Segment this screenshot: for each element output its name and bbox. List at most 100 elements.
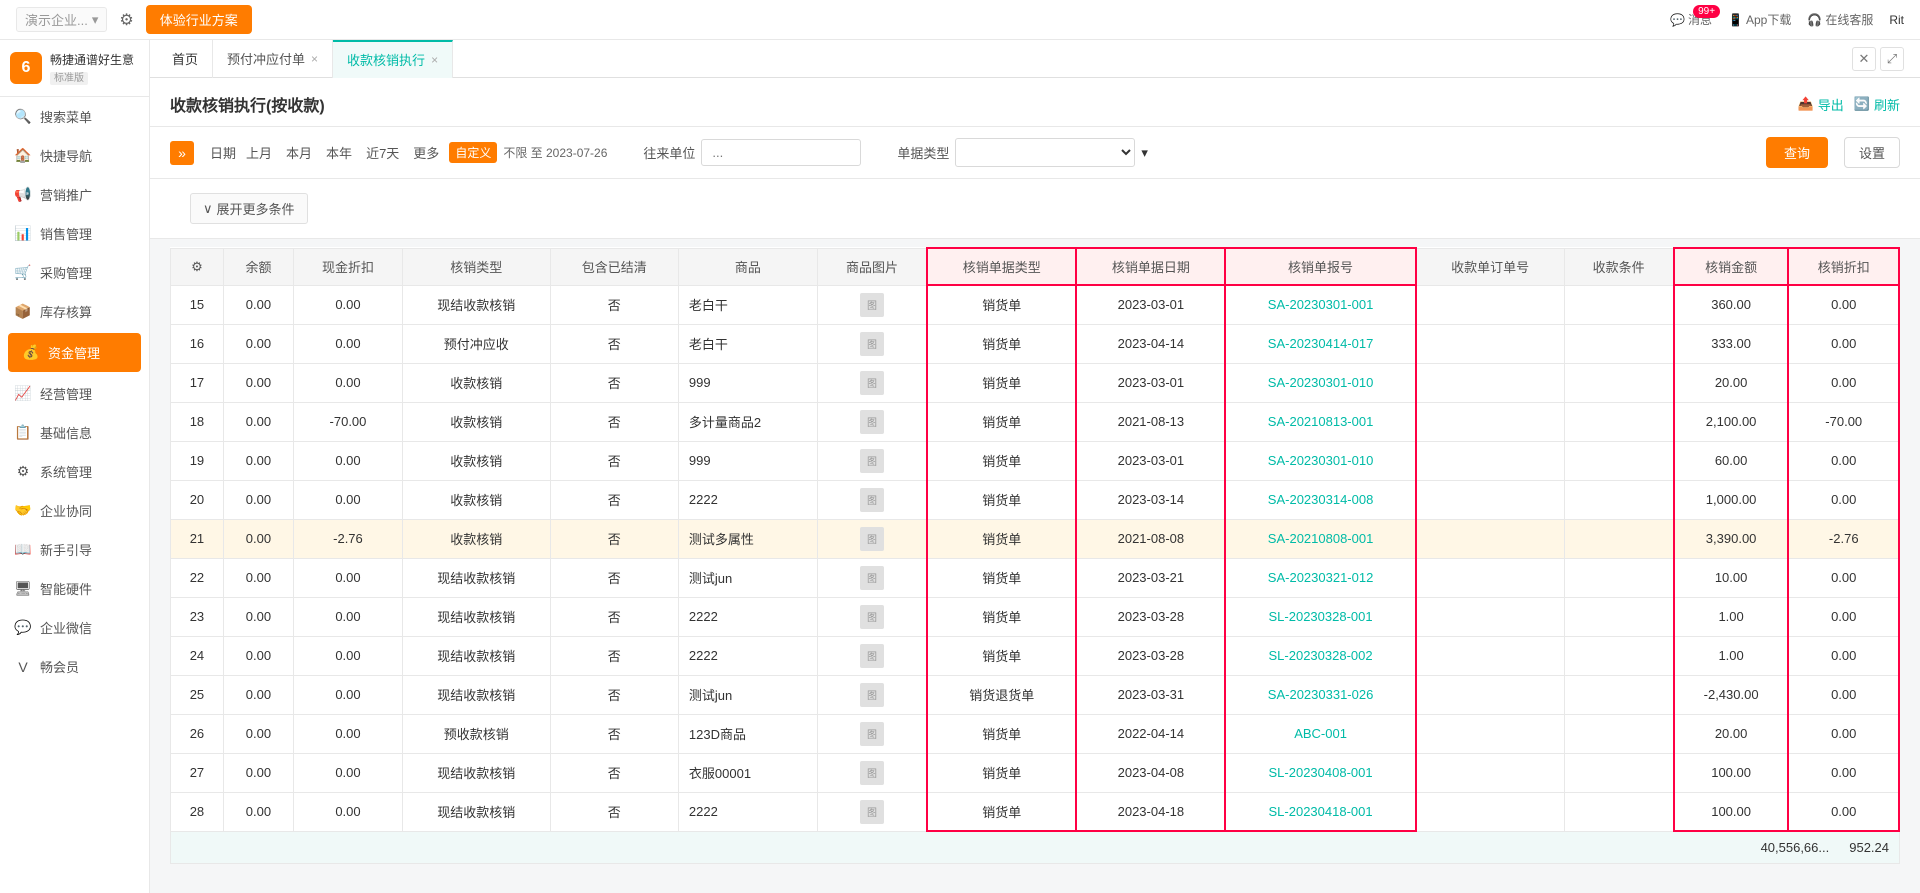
export-button[interactable]: 📤 导出: [1798, 95, 1844, 114]
verify-bill-no-link[interactable]: SL-20230328-002: [1269, 648, 1373, 663]
verify-bill-no-link[interactable]: SA-20230414-017: [1268, 336, 1374, 351]
col-settings-header[interactable]: ⚙: [171, 248, 224, 285]
cell-num: 20: [171, 480, 224, 519]
date-more[interactable]: 更多: [409, 141, 443, 164]
industry-solution-button[interactable]: 体验行业方案: [146, 5, 252, 34]
refresh-button[interactable]: 🔄 刷新: [1854, 95, 1900, 114]
cell-verify-discount: 0.00: [1788, 363, 1899, 402]
tab-home-label: 首页: [172, 49, 198, 68]
cell-num: 15: [171, 285, 224, 324]
cell-verify-discount: 0.00: [1788, 753, 1899, 792]
sidebar-item-marketing[interactable]: 📢 营销推广: [0, 175, 149, 214]
cell-verify-bill-no[interactable]: SA-20210808-001: [1225, 519, 1415, 558]
verify-bill-no-link[interactable]: SA-20210808-001: [1268, 531, 1374, 546]
col-goods-image-header: 商品图片: [817, 248, 927, 285]
cell-verify-bill-no[interactable]: SA-20230314-008: [1225, 480, 1415, 519]
sidebar-item-finance[interactable]: 💰 资金管理: [8, 333, 141, 372]
cell-verify-bill-date: 2021-08-13: [1076, 402, 1225, 441]
cell-verify-bill-no[interactable]: SA-20230331-026: [1225, 675, 1415, 714]
col-balance-header: 余额: [223, 248, 293, 285]
sidebar-item-search[interactable]: 🔍 搜索菜单: [0, 97, 149, 136]
cell-verify-bill-no[interactable]: SA-20210813-001: [1225, 402, 1415, 441]
sidebar-item-sales[interactable]: 📊 销售管理: [0, 214, 149, 253]
verify-bill-no-link[interactable]: SL-20230418-001: [1269, 804, 1373, 819]
verify-bill-no-link[interactable]: SA-20230301-010: [1268, 375, 1374, 390]
verify-bill-no-link[interactable]: SA-20230331-026: [1268, 687, 1374, 702]
cell-num: 25: [171, 675, 224, 714]
cell-verify-bill-no[interactable]: SL-20230418-001: [1225, 792, 1415, 831]
sidebar-item-operations[interactable]: 📈 经营管理: [0, 374, 149, 413]
sidebar-item-guide[interactable]: 📖 新手引导: [0, 530, 149, 569]
cell-verify-bill-no[interactable]: SA-20230301-010: [1225, 363, 1415, 402]
cell-include-cleared: 否: [550, 714, 678, 753]
notification-button[interactable]: 💬 消息 99+: [1670, 11, 1712, 28]
sidebar-item-purchase[interactable]: 🛒 采购管理: [0, 253, 149, 292]
cell-verify-bill-date: 2023-04-14: [1076, 324, 1225, 363]
partner-input[interactable]: [701, 139, 861, 166]
expand-more-button[interactable]: ∨ 展开更多条件: [190, 193, 308, 224]
cell-receipt-condition: [1564, 675, 1674, 714]
app-download-button[interactable]: 📱 App下载: [1728, 11, 1791, 28]
setting-button[interactable]: 设置: [1844, 137, 1900, 168]
date-last-month[interactable]: 上月: [242, 141, 276, 164]
verify-bill-no-link[interactable]: SA-20230301-001: [1268, 297, 1374, 312]
verify-bill-no-link[interactable]: SA-20230314-008: [1268, 492, 1374, 507]
tab-close-receipt[interactable]: ×: [431, 53, 438, 67]
verify-bill-no-link[interactable]: SL-20230328-001: [1269, 609, 1373, 624]
sidebar-item-system[interactable]: ⚙ 系统管理: [0, 452, 149, 491]
expand-more-bar: ∨ 展开更多条件: [150, 179, 1920, 239]
col-verify-bill-date-header: 核销单据日期: [1076, 248, 1225, 285]
user-name[interactable]: Rit: [1889, 13, 1904, 27]
tab-close-window-button[interactable]: ✕: [1852, 47, 1876, 71]
company-selector[interactable]: 演示企业... ▾: [16, 7, 107, 32]
tab-maximize-button[interactable]: ⤢: [1880, 47, 1904, 71]
sidebar-item-hardware[interactable]: 🖥 智能硬件: [0, 569, 149, 608]
main-area: 首页 预付冲应付单 × 收款核销执行 × ✕ ⤢ 收款核销执行(按收款): [150, 40, 1920, 893]
verify-bill-no-link[interactable]: ABC-001: [1294, 726, 1347, 741]
date-this-month[interactable]: 本月: [282, 141, 316, 164]
cell-num: 27: [171, 753, 224, 792]
cell-verify-type: 收款核销: [402, 519, 550, 558]
cell-verify-bill-no[interactable]: SA-20230321-012: [1225, 558, 1415, 597]
table-row: 240.000.00现结收款核销否2222图销货单2023-03-28SL-20…: [171, 636, 1900, 675]
sidebar-item-base-info[interactable]: 📋 基础信息: [0, 413, 149, 452]
sidebar-label-search: 搜索菜单: [40, 107, 92, 126]
table-container[interactable]: ⚙ 余额 现金折扣 核销类型 包含已结清 商品 商品图片 核销单据类型 核销单据…: [150, 239, 1920, 893]
cell-verify-discount: 0.00: [1788, 285, 1899, 324]
cell-verify-bill-no[interactable]: SL-20230408-001: [1225, 753, 1415, 792]
cell-verify-type: 收款核销: [402, 480, 550, 519]
tab-advance-payment[interactable]: 预付冲应付单 ×: [213, 40, 333, 78]
online-service-button[interactable]: 🎧 在线客服: [1807, 11, 1873, 28]
cell-verify-bill-type: 销货单: [927, 519, 1076, 558]
handshake-icon: 🤝: [14, 502, 32, 519]
verify-bill-no-link[interactable]: SL-20230408-001: [1269, 765, 1373, 780]
sidebar-item-nav[interactable]: 🏠 快捷导航: [0, 136, 149, 175]
cell-verify-bill-no[interactable]: SL-20230328-001: [1225, 597, 1415, 636]
settings-gear-icon[interactable]: ⚙: [119, 10, 133, 30]
date-7days[interactable]: 近7天: [362, 141, 403, 164]
table-row: 250.000.00现结收款核销否测试jun图销货退货单2023-03-31SA…: [171, 675, 1900, 714]
date-custom[interactable]: 自定义: [449, 142, 497, 163]
cell-verify-bill-no[interactable]: SA-20230301-010: [1225, 441, 1415, 480]
sidebar-item-wechat[interactable]: 💬 企业微信: [0, 608, 149, 647]
sidebar-label-sales: 销售管理: [40, 224, 92, 243]
verify-bill-no-link[interactable]: SA-20230321-012: [1268, 570, 1374, 585]
sidebar-item-collab[interactable]: 🤝 企业协同: [0, 491, 149, 530]
tab-home[interactable]: 首页: [158, 40, 213, 78]
query-button[interactable]: 查询: [1766, 137, 1828, 168]
verify-bill-no-link[interactable]: SA-20230301-010: [1268, 453, 1374, 468]
cell-verify-bill-no[interactable]: SA-20230301-001: [1225, 285, 1415, 324]
verify-bill-no-link[interactable]: SA-20210813-001: [1268, 414, 1374, 429]
tab-receipt-verify[interactable]: 收款核销执行 ×: [333, 40, 453, 78]
sidebar-item-vip[interactable]: V 畅会员: [0, 647, 149, 686]
date-this-year[interactable]: 本年: [322, 141, 356, 164]
sidebar-item-inventory[interactable]: 📦 库存核算: [0, 292, 149, 331]
filter-expand-button[interactable]: »: [170, 141, 194, 165]
receipt-type-select[interactable]: [955, 138, 1135, 167]
cell-include-cleared: 否: [550, 363, 678, 402]
cell-verify-bill-no[interactable]: SL-20230328-002: [1225, 636, 1415, 675]
cell-verify-bill-no[interactable]: ABC-001: [1225, 714, 1415, 753]
cell-verify-bill-no[interactable]: SA-20230414-017: [1225, 324, 1415, 363]
tab-advance-payment-label: 预付冲应付单: [227, 49, 305, 68]
tab-close-advance[interactable]: ×: [311, 52, 318, 66]
